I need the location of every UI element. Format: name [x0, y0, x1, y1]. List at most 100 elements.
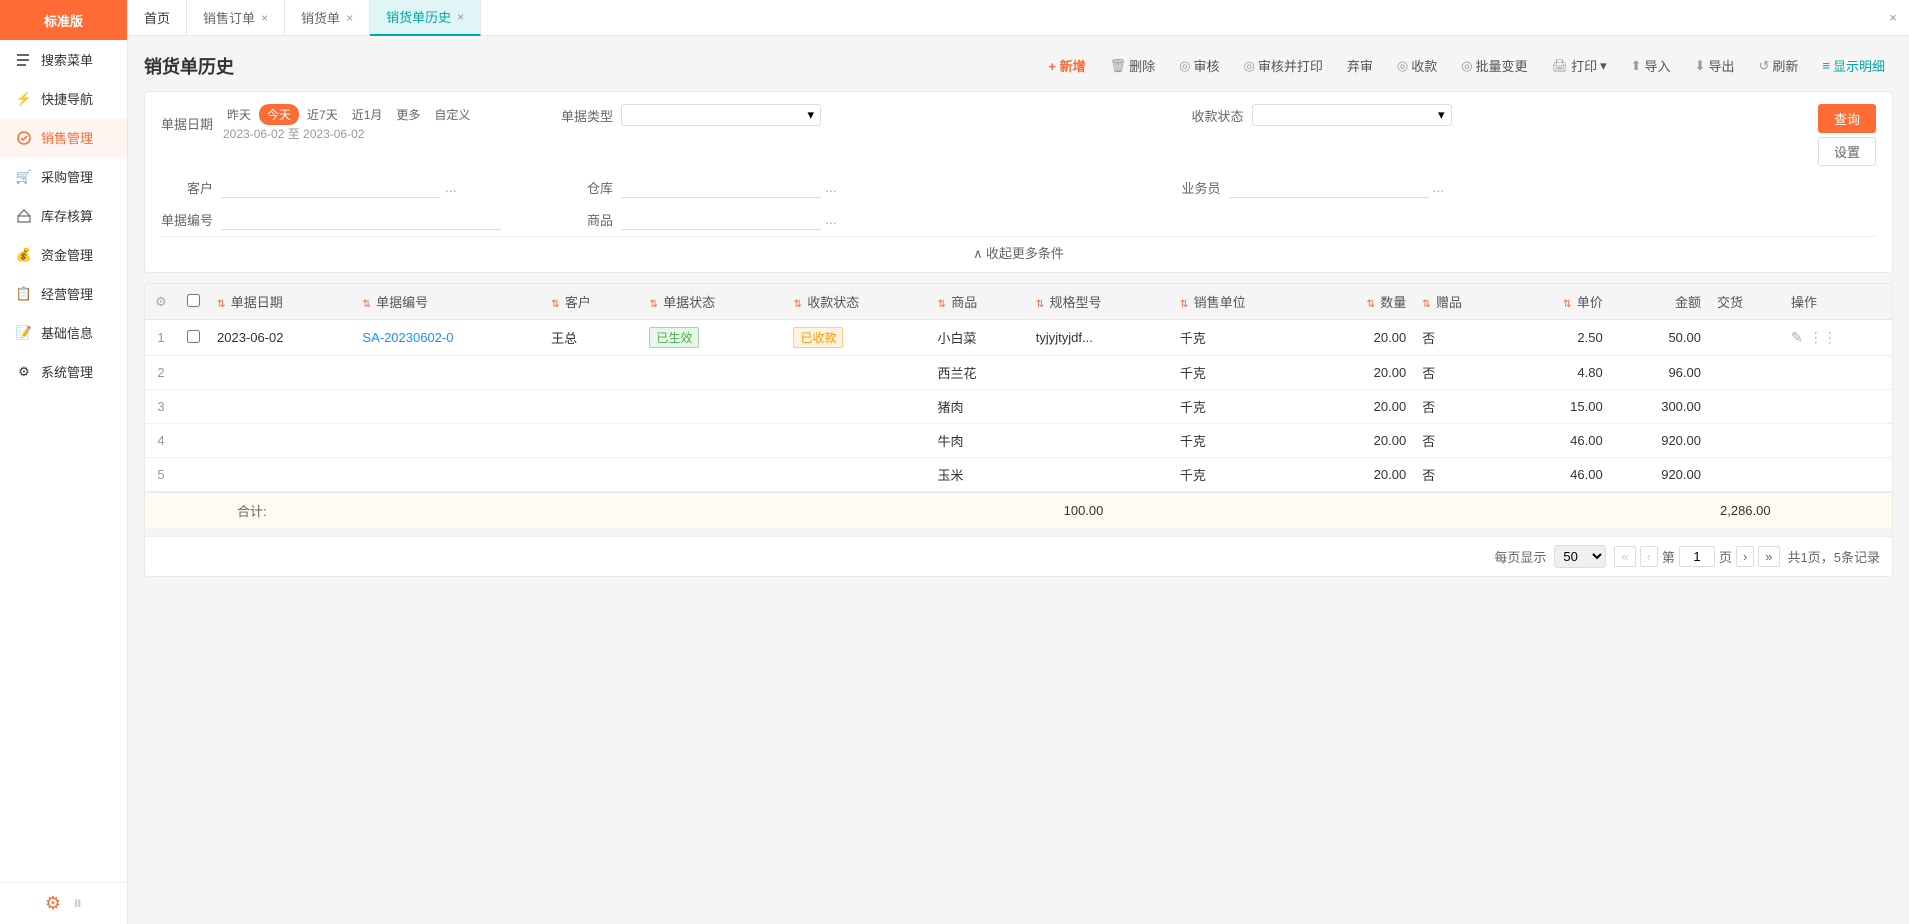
doc-no-link[interactable]: SA-20230602-0: [362, 330, 453, 345]
col-gift[interactable]: ⇅ 赠品: [1414, 284, 1512, 320]
export-button[interactable]: ⬇ 导出: [1687, 52, 1743, 79]
sidebar-item-purchase[interactable]: 🛒 采购管理: [0, 157, 127, 196]
batch-change-button[interactable]: ◎ 批量变更: [1453, 52, 1535, 79]
sidebar-item-sys-mgmt[interactable]: ⚙ 系统管理: [0, 352, 127, 391]
staff-input[interactable]: [1229, 176, 1429, 198]
sidebar-item-label: 经营管理: [41, 284, 93, 303]
import-button[interactable]: ⬆ 导入: [1623, 52, 1679, 79]
col-doc-status[interactable]: ⇅ 单据状态: [641, 284, 785, 320]
horizontal-scrollbar[interactable]: [145, 528, 1892, 536]
row-checkbox[interactable]: [187, 330, 200, 343]
row-doc-no[interactable]: [354, 390, 543, 424]
sidebar-item-inventory[interactable]: 库存核算: [0, 196, 127, 235]
first-page-button[interactable]: «: [1614, 546, 1635, 567]
row-amount: 50.00: [1611, 320, 1709, 356]
tab-sales-goods-close[interactable]: ×: [346, 11, 353, 25]
checkbox-header[interactable]: [177, 284, 209, 320]
sidebar-item-sales[interactable]: 销售管理: [0, 118, 127, 157]
tab-sales-order-close[interactable]: ×: [261, 11, 268, 25]
row-action[interactable]: [1783, 390, 1892, 424]
sidebar-item-quick-nav[interactable]: ⚡ 快捷导航: [0, 79, 127, 118]
row-doc-no[interactable]: [354, 458, 543, 492]
row-num: 5: [145, 458, 177, 492]
col-qty[interactable]: ⇅ 数量: [1316, 284, 1414, 320]
show-detail-button[interactable]: ≡ 显示明细: [1814, 52, 1893, 79]
data-table: ⚙ ⇅ 单据日期 ⇅ 单据编号: [144, 283, 1893, 577]
shortcut-custom[interactable]: 自定义: [428, 104, 476, 125]
row-checkbox-cell[interactable]: [177, 458, 209, 492]
row-doc-no[interactable]: SA-20230602-0: [354, 320, 543, 356]
row-unit: 千克: [1172, 424, 1316, 458]
sidebar-item-search-menu[interactable]: 搜索菜单: [0, 40, 127, 79]
goods-dots[interactable]: ...: [825, 211, 837, 227]
export-icon: ⬇: [1695, 58, 1706, 74]
doc-type-select[interactable]: ▾: [621, 104, 821, 126]
tab-sales-history[interactable]: 销货单历史 ×: [370, 0, 481, 36]
row-doc-date: [209, 458, 354, 492]
row-action[interactable]: ✎ ⋮⋮: [1783, 320, 1892, 356]
doc-no-input[interactable]: [221, 208, 501, 230]
row-action[interactable]: [1783, 458, 1892, 492]
query-button[interactable]: 查询: [1818, 104, 1876, 133]
col-customer[interactable]: ⇅ 客户: [543, 284, 641, 320]
page-number-input[interactable]: [1679, 546, 1715, 567]
warehouse-input[interactable]: [621, 176, 821, 198]
set-button[interactable]: 设置: [1818, 137, 1876, 166]
col-doc-date[interactable]: ⇅ 单据日期: [209, 284, 354, 320]
col-unit[interactable]: ⇅ 销售单位: [1172, 284, 1316, 320]
customer-input[interactable]: [221, 176, 441, 198]
more-icon[interactable]: ⋮⋮: [1809, 329, 1837, 346]
gear-icon[interactable]: ⚙: [155, 294, 167, 309]
row-action[interactable]: [1783, 424, 1892, 458]
row-checkbox-cell[interactable]: [177, 356, 209, 390]
edit-icon[interactable]: ✎: [1791, 329, 1803, 346]
row-action[interactable]: [1783, 356, 1892, 390]
tab-sales-order[interactable]: 销售订单 ×: [187, 0, 285, 36]
per-page-select[interactable]: 50 100 200: [1554, 545, 1606, 568]
prev-page-button[interactable]: ‹: [1640, 546, 1658, 567]
row-checkbox-cell[interactable]: [177, 424, 209, 458]
next-page-button[interactable]: ›: [1736, 546, 1754, 567]
sidebar-item-finance[interactable]: 💰 资金管理: [0, 235, 127, 274]
collapse-filter-button[interactable]: ∧ 收起更多条件: [161, 236, 1876, 268]
shortcut-7days[interactable]: 近7天: [301, 104, 344, 125]
col-doc-no[interactable]: ⇅ 单据编号: [354, 284, 543, 320]
sidebar-collapse-icon[interactable]: ⏸: [73, 893, 82, 914]
print-button[interactable]: 🖨 打印 ▾: [1544, 52, 1615, 79]
row-checkbox-cell[interactable]: [177, 320, 209, 356]
sidebar-item-basic-info[interactable]: 📝 基础信息: [0, 313, 127, 352]
collect-status-select[interactable]: ▾: [1252, 104, 1452, 126]
collect-button[interactable]: ◎ 收款: [1389, 52, 1445, 79]
tab-home[interactable]: 首页: [128, 0, 187, 36]
shortcut-more[interactable]: 更多: [390, 104, 426, 125]
goods-label: 商品: [561, 210, 621, 229]
row-checkbox-cell[interactable]: [177, 390, 209, 424]
review-print-button[interactable]: ◎ 审核并打印: [1235, 52, 1330, 79]
shortcut-yesterday[interactable]: 昨天: [221, 104, 257, 125]
col-collect-status[interactable]: ⇅ 收款状态: [785, 284, 929, 320]
shortcut-today[interactable]: 今天: [259, 104, 299, 125]
warehouse-dots[interactable]: ...: [825, 179, 837, 195]
row-doc-no[interactable]: [354, 424, 543, 458]
row-doc-no[interactable]: [354, 356, 543, 390]
customer-dots[interactable]: ...: [445, 179, 457, 195]
goods-input[interactable]: [621, 208, 821, 230]
sidebar-setting-icon[interactable]: ⚙: [45, 893, 61, 914]
refresh-button[interactable]: ↺ 刷新: [1750, 52, 1806, 79]
review-button[interactable]: ◎ 审核: [1171, 52, 1227, 79]
tab-sales-history-close[interactable]: ×: [457, 10, 464, 24]
tab-bar-close-all[interactable]: ×: [1877, 10, 1909, 25]
tab-sales-goods[interactable]: 销货单 ×: [285, 0, 370, 36]
add-button[interactable]: + 新增: [1040, 52, 1093, 79]
staff-dots[interactable]: ...: [1433, 179, 1445, 195]
shortcut-1month[interactable]: 近1月: [346, 104, 389, 125]
col-spec[interactable]: ⇅ 规格型号: [1028, 284, 1172, 320]
col-unit-price[interactable]: ⇅ 单价: [1512, 284, 1610, 320]
discard-button[interactable]: 弃审: [1339, 52, 1381, 79]
select-all-checkbox[interactable]: [187, 294, 200, 307]
delete-button[interactable]: 🗑 删除: [1102, 52, 1164, 79]
table-settings-header[interactable]: ⚙: [145, 284, 177, 320]
col-goods[interactable]: ⇅ 商品: [930, 284, 1028, 320]
sidebar-item-operations[interactable]: 📋 经营管理: [0, 274, 127, 313]
last-page-button[interactable]: »: [1758, 546, 1779, 567]
